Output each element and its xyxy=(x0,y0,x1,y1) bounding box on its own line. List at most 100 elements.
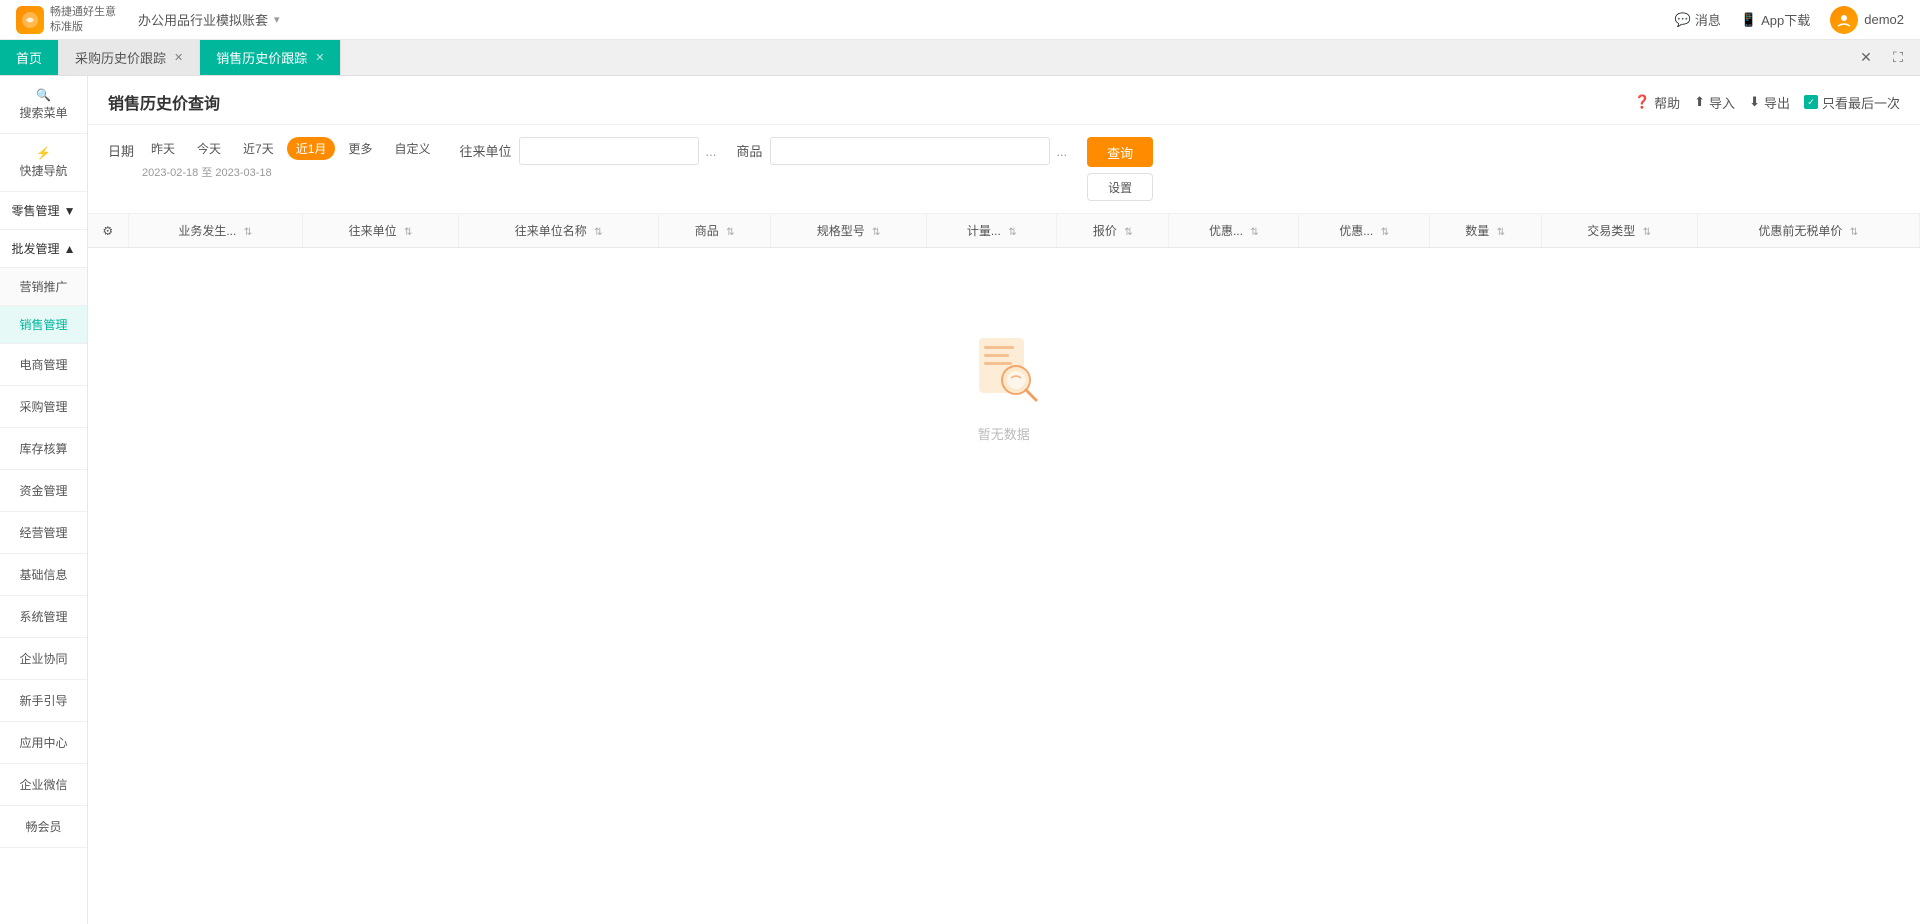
sidebar-item-app-center[interactable]: 应用中心 xyxy=(0,722,87,764)
th-quantity[interactable]: 数量 ⇅ xyxy=(1429,214,1541,248)
table-body: 暂无数据 xyxy=(88,248,1920,524)
tab-sales-close-icon[interactable]: ✕ xyxy=(315,51,324,64)
tab-purchase-history[interactable]: 采购历史价跟踪 ✕ xyxy=(59,40,200,75)
sidebar-app-center-label: 应用中心 xyxy=(19,734,67,751)
tab-close-all-btn[interactable]: ✕ xyxy=(1854,46,1878,70)
th-partner-name[interactable]: 往来单位名称 ⇅ xyxy=(458,214,658,248)
page-title: 销售历史价查询 xyxy=(108,90,220,114)
date-btn-row: 昨天 今天 近7天 近1月 更多 自定义 xyxy=(142,137,439,160)
sort-partner-icon: ⇅ xyxy=(404,227,412,238)
date-1month-btn[interactable]: 近1月 xyxy=(287,137,336,160)
retail-expand-icon: ▼ xyxy=(64,204,76,218)
user-name-text: demo2 xyxy=(1864,12,1904,27)
tab-bar-actions: ✕ ⛶ xyxy=(1844,40,1920,75)
settings-gear-icon[interactable]: ⚙ xyxy=(102,224,113,238)
wholesale-expand-icon: ▲ xyxy=(64,242,76,256)
sidebar-item-purchase-mgmt[interactable]: 采购管理 xyxy=(0,386,87,428)
help-btn[interactable]: ❓ 帮助 xyxy=(1634,93,1680,112)
sidebar-item-basic-info[interactable]: 基础信息 xyxy=(0,554,87,596)
th-unit[interactable]: 计量... ⇅ xyxy=(927,214,1057,248)
empty-icon xyxy=(964,328,1044,408)
only-last-checkbox[interactable] xyxy=(1804,95,1818,109)
partner-filter-group: 往来单位 ... xyxy=(459,137,716,165)
message-btn[interactable]: 💬 消息 xyxy=(1675,10,1721,29)
partner-input-group: ... xyxy=(519,137,716,165)
sidebar-marketing-label: 营销推广 xyxy=(19,280,67,294)
app-logo-icon xyxy=(16,6,44,34)
sidebar-item-finance-mgmt[interactable]: 资金管理 xyxy=(0,470,87,512)
sort-unit-icon: ⇅ xyxy=(1008,227,1016,238)
sidebar-item-ops-mgmt[interactable]: 经营管理 xyxy=(0,512,87,554)
date-yesterday-btn[interactable]: 昨天 xyxy=(142,137,184,160)
sidebar-sales-mgmt-label: 销售管理 xyxy=(19,318,67,332)
sort-biz-date-icon: ⇅ xyxy=(244,227,252,238)
tab-maximize-btn[interactable]: ⛶ xyxy=(1886,46,1910,70)
empty-state: 暂无数据 xyxy=(88,248,1920,523)
logo-area: 畅捷通好生意 标准版 xyxy=(16,5,116,34)
th-biz-date[interactable]: 业务发生... ⇅ xyxy=(128,214,302,248)
sidebar-item-enterprise-wechat[interactable]: 企业微信 xyxy=(0,764,87,806)
tab-purchase-close-icon[interactable]: ✕ xyxy=(174,51,183,64)
partner-input[interactable] xyxy=(519,137,699,165)
filter-settings-btn[interactable]: 设置 xyxy=(1087,173,1153,201)
sidebar-item-search-menu[interactable]: 🔍 搜索菜单 xyxy=(0,76,87,134)
table-area: ⚙ 业务发生... ⇅ 往来单位 ⇅ 往来单位名称 ⇅ xyxy=(88,214,1920,924)
sidebar-item-wholesale-mgmt[interactable]: 批发管理 ▲ xyxy=(0,230,87,268)
th-discount1[interactable]: 优惠... ⇅ xyxy=(1169,214,1299,248)
th-settings[interactable]: ⚙ xyxy=(88,214,128,248)
help-icon: ❓ xyxy=(1634,94,1650,110)
sidebar-ops-mgmt-label: 经营管理 xyxy=(19,524,67,541)
only-last-checkbox-label[interactable]: 只看最后一次 xyxy=(1804,93,1900,112)
message-icon: 💬 xyxy=(1675,12,1691,28)
main-layout: 🔍 搜索菜单 ⚡ 快捷导航 零售管理 ▼ 批发管理 ▲ 营销推广 销售管理 电商… xyxy=(0,76,1920,924)
sidebar-item-marketing[interactable]: 营销推广 xyxy=(0,268,87,306)
export-btn[interactable]: ⬇ 导出 xyxy=(1749,93,1790,112)
user-avatar-area[interactable]: demo2 xyxy=(1830,6,1904,34)
sidebar-finance-mgmt-label: 资金管理 xyxy=(19,482,67,499)
sidebar-sys-mgmt-label: 系统管理 xyxy=(19,608,67,625)
th-quote-price[interactable]: 报价 ⇅ xyxy=(1057,214,1169,248)
goods-input-group: ... xyxy=(770,137,1067,165)
sidebar-new-guide-label: 新手引导 xyxy=(19,692,67,709)
goods-dots-btn[interactable]: ... xyxy=(1056,144,1067,159)
date-7days-btn[interactable]: 近7天 xyxy=(234,137,283,160)
sidebar-item-retail-mgmt[interactable]: 零售管理 ▼ xyxy=(0,192,87,230)
app-title-text: 办公用品行业模拟账套 xyxy=(138,10,268,29)
sidebar-item-member[interactable]: 畅会员 xyxy=(0,806,87,848)
sidebar-item-ecom-mgmt[interactable]: 电商管理 xyxy=(0,344,87,386)
th-spec[interactable]: 规格型号 ⇅ xyxy=(771,214,927,248)
partner-dots-btn[interactable]: ... xyxy=(705,144,716,159)
th-discount2[interactable]: 优惠... ⇅ xyxy=(1299,214,1429,248)
th-partner[interactable]: 往来单位 ⇅ xyxy=(302,214,458,248)
goods-input[interactable] xyxy=(770,137,1050,165)
sort-no-tax-price-icon: ⇅ xyxy=(1850,227,1858,238)
download-icon: 📱 xyxy=(1741,12,1757,28)
tab-sales-history-label: 销售历史价跟踪 xyxy=(216,48,307,67)
app-title-area[interactable]: 办公用品行业模拟账套 ▾ xyxy=(138,10,280,29)
sidebar-item-new-guide[interactable]: 新手引导 xyxy=(0,680,87,722)
app-download-btn[interactable]: 📱 App下载 xyxy=(1741,10,1810,29)
sort-trade-type-icon: ⇅ xyxy=(1643,227,1651,238)
sidebar-enterprise-wechat-label: 企业微信 xyxy=(19,776,67,793)
sidebar-item-inventory[interactable]: 库存核算 xyxy=(0,428,87,470)
import-btn[interactable]: ⬆ 导入 xyxy=(1694,93,1735,112)
date-today-btn[interactable]: 今天 xyxy=(188,137,230,160)
date-filter-group: 日期 昨天 今天 近7天 近1月 更多 自定义 2023-02-18 至 202… xyxy=(108,137,439,180)
filter-actions: 查询 设置 xyxy=(1087,137,1153,201)
query-btn[interactable]: 查询 xyxy=(1087,137,1153,167)
sort-goods-icon: ⇅ xyxy=(726,227,734,238)
sidebar-item-sys-mgmt[interactable]: 系统管理 xyxy=(0,596,87,638)
th-goods[interactable]: 商品 ⇅ xyxy=(659,214,771,248)
date-custom-btn[interactable]: 自定义 xyxy=(385,137,439,160)
sidebar-item-sales-mgmt[interactable]: 销售管理 xyxy=(0,306,87,344)
sidebar: 🔍 搜索菜单 ⚡ 快捷导航 零售管理 ▼ 批发管理 ▲ 营销推广 销售管理 电商… xyxy=(0,76,88,924)
sidebar-item-enterprise-coop[interactable]: 企业协同 xyxy=(0,638,87,680)
date-more-btn[interactable]: 更多 xyxy=(339,137,381,160)
th-trade-type[interactable]: 交易类型 ⇅ xyxy=(1541,214,1697,248)
sidebar-item-quick-nav[interactable]: ⚡ 快捷导航 xyxy=(0,134,87,192)
empty-text: 暂无数据 xyxy=(978,424,1030,443)
sort-partner-name-icon: ⇅ xyxy=(594,227,602,238)
th-no-tax-price[interactable]: 优惠前无税单价 ⇅ xyxy=(1697,214,1919,248)
tab-home[interactable]: 首页 xyxy=(0,40,59,75)
tab-sales-history[interactable]: 销售历史价跟踪 ✕ xyxy=(200,40,341,75)
